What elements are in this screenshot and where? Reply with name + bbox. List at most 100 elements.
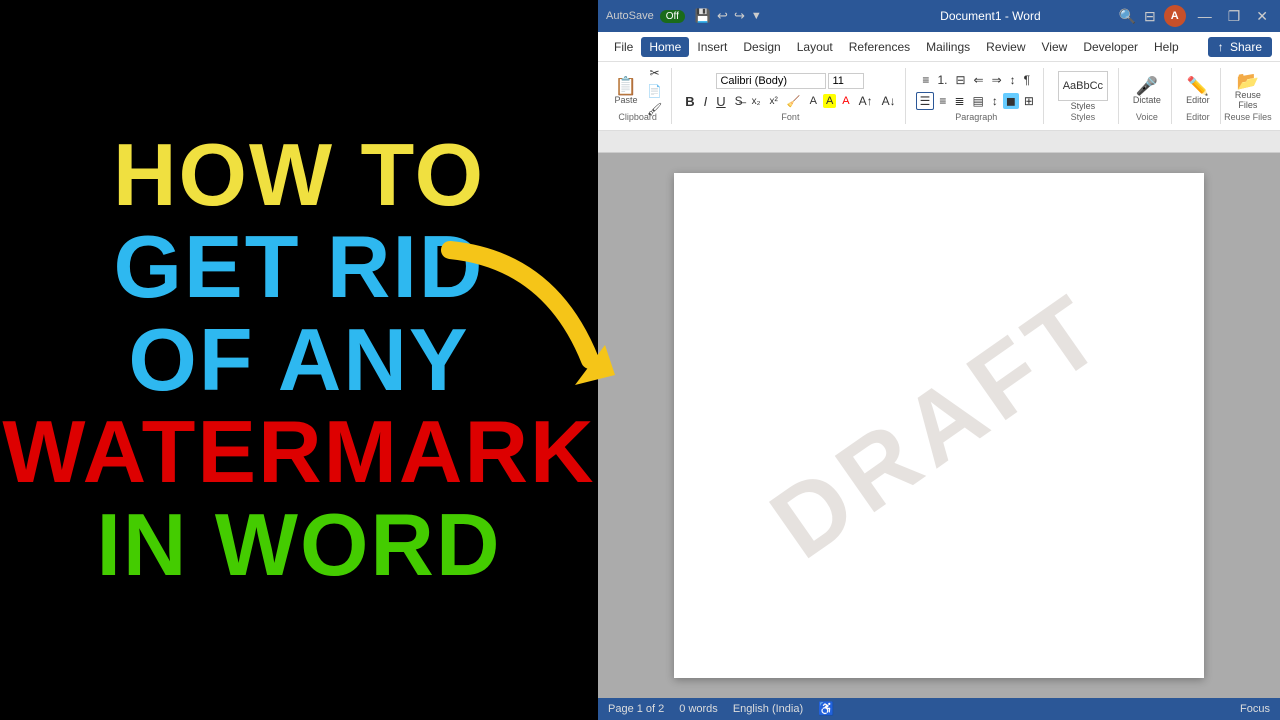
paste-button[interactable]: 📋 Paste: [610, 75, 642, 107]
ribbon-icon[interactable]: ⊟: [1144, 8, 1156, 25]
toolbar: 📋 Paste ✂ 📄 🖌 Clipboard: [598, 62, 1280, 130]
superscript-button[interactable]: x²: [767, 95, 781, 108]
fontcolor-button[interactable]: A: [839, 94, 852, 108]
customize-icon[interactable]: ▼: [751, 10, 762, 22]
pilcrow-button[interactable]: ¶: [1021, 72, 1033, 88]
autosave-toggle[interactable]: Off: [660, 10, 685, 23]
clipboard-group: 📋 Paste ✂ 📄 🖌 Clipboard: [604, 68, 672, 124]
title-bar: AutoSave Off 💾 ↩ ↪ ▼ Document1 - Word 🔍 …: [598, 0, 1280, 32]
font-group: B I U S̶ x₂ x² 🧹 A A A A↑ A↓ Font: [676, 68, 905, 124]
paragraph-group: ≡ 1. ⊟ ⇐ ⇒ ↕ ¶ ☰ ≡ ≣ ▤ ↕ ◼ ⊞ Paragr: [910, 68, 1044, 124]
editor-icon: ✏️: [1187, 77, 1209, 95]
editor-button[interactable]: ✏️ Editor: [1182, 75, 1214, 107]
document-page[interactable]: DRAFT: [674, 173, 1204, 678]
subscript-button[interactable]: x₂: [749, 95, 764, 108]
menu-references[interactable]: References: [841, 37, 918, 57]
linespacing-button[interactable]: ↕: [989, 93, 1001, 109]
menu-bar: File Home Insert Design Layout Reference…: [598, 32, 1280, 62]
focus-status[interactable]: Focus: [1240, 703, 1270, 715]
title-bar-left: AutoSave Off 💾 ↩ ↪ ▼: [606, 8, 862, 24]
reuse-icon: 📂: [1237, 72, 1259, 90]
status-bar: Page 1 of 2 0 words English (India) ♿ Fo…: [598, 698, 1280, 720]
highlight-button[interactable]: A: [823, 94, 836, 108]
accessibility-icon[interactable]: ♿: [818, 701, 834, 717]
voice-label: Voice: [1136, 112, 1158, 122]
editor-label: Editor: [1186, 112, 1210, 122]
italic-button[interactable]: I: [701, 93, 711, 110]
thumb-how-to: HOW TO: [113, 129, 485, 221]
share-button[interactable]: ↑ Share: [1208, 37, 1272, 57]
dictate-button[interactable]: 🎤 Dictate: [1129, 75, 1165, 107]
fontsize-shrink-button[interactable]: A↓: [879, 93, 899, 109]
clipboard-label: Clipboard: [618, 112, 657, 122]
font-label: Font: [781, 112, 799, 122]
copy-button[interactable]: 📄: [644, 83, 665, 99]
editor-group-tb: ✏️ Editor Editor: [1176, 68, 1221, 124]
thumb-of-any: OF ANY: [128, 314, 469, 406]
thumb-watermark: WATERMARK: [2, 406, 595, 498]
menu-developer[interactable]: Developer: [1075, 37, 1146, 57]
styles-label: Styles: [1071, 101, 1096, 111]
reuse-files-button[interactable]: 📂 ReuseFiles: [1231, 70, 1265, 112]
font-row1: [716, 73, 864, 89]
voice-group: 🎤 Dictate Voice: [1123, 68, 1172, 124]
menu-view[interactable]: View: [1034, 37, 1076, 57]
styles-group-label: Styles: [1071, 112, 1096, 122]
justify-button[interactable]: ▤: [970, 93, 987, 109]
align-left-button[interactable]: ☰: [916, 92, 935, 110]
page-status: Page 1 of 2: [608, 703, 664, 715]
sort-button[interactable]: ↕: [1007, 72, 1019, 88]
para-row1: ≡ 1. ⊟ ⇐ ⇒ ↕ ¶: [919, 72, 1033, 88]
language-status: English (India): [733, 703, 803, 715]
menu-mailings[interactable]: Mailings: [918, 37, 978, 57]
font-name-input[interactable]: [716, 73, 826, 89]
font-size-input[interactable]: [828, 73, 864, 89]
ribbon: File Home Insert Design Layout Reference…: [598, 32, 1280, 131]
align-center-button[interactable]: ≡: [936, 93, 949, 109]
strikethrough-button[interactable]: S̶: [732, 93, 746, 109]
reuse-label: ReuseFiles: [1235, 90, 1261, 110]
menu-insert[interactable]: Insert: [689, 37, 735, 57]
document-area: DRAFT: [598, 153, 1280, 698]
para-row2: ☰ ≡ ≣ ▤ ↕ ◼ ⊞: [916, 92, 1037, 110]
undo-icon[interactable]: ↩: [717, 8, 728, 24]
cut-button[interactable]: ✂: [644, 65, 665, 81]
styles-preview: AaBbCc: [1058, 71, 1108, 101]
share-icon: ↑: [1218, 40, 1224, 54]
clearformat-button[interactable]: 🧹: [784, 94, 804, 109]
indent-decrease-button[interactable]: ⇐: [971, 72, 987, 88]
user-avatar[interactable]: A: [1164, 5, 1186, 27]
indent-increase-button[interactable]: ⇒: [989, 72, 1005, 88]
close-btn[interactable]: ✕: [1252, 8, 1272, 25]
menu-help[interactable]: Help: [1146, 37, 1187, 57]
align-right-button[interactable]: ≣: [951, 93, 967, 109]
menu-layout[interactable]: Layout: [789, 37, 841, 57]
multilevel-button[interactable]: ⊟: [952, 72, 968, 88]
thumb-in-word: IN WORD: [96, 499, 501, 591]
styles-button[interactable]: AaBbCc Styles: [1054, 69, 1112, 113]
shading-button[interactable]: ◼: [1003, 93, 1019, 109]
menu-home[interactable]: Home: [641, 37, 689, 57]
redo-icon[interactable]: ↪: [734, 8, 745, 24]
search-icon[interactable]: 🔍: [1119, 8, 1136, 25]
thumbnail-panel: HOW TO GET RID OF ANY WATERMARK IN WORD: [0, 0, 598, 720]
styles-group: AaBbCc Styles Styles: [1048, 68, 1119, 124]
save-icon[interactable]: 💾: [695, 8, 711, 24]
textcolor-button[interactable]: A: [807, 94, 820, 108]
menu-design[interactable]: Design: [735, 37, 788, 57]
underline-button[interactable]: U: [713, 93, 728, 110]
menu-file[interactable]: File: [606, 37, 641, 57]
menu-review[interactable]: Review: [978, 37, 1033, 57]
fontsize-grow-button[interactable]: A↑: [856, 93, 876, 109]
word-panel: AutoSave Off 💾 ↩ ↪ ▼ Document1 - Word 🔍 …: [598, 0, 1280, 720]
bold-button[interactable]: B: [682, 93, 697, 110]
border-button[interactable]: ⊞: [1021, 93, 1037, 109]
reuse-group: 📂 ReuseFiles Reuse Files: [1225, 68, 1271, 124]
paragraph-label: Paragraph: [955, 112, 997, 122]
autosave-label: AutoSave: [606, 10, 654, 22]
minimize-btn[interactable]: —: [1194, 8, 1216, 24]
draft-watermark: DRAFT: [751, 270, 1127, 581]
restore-btn[interactable]: ❐: [1224, 8, 1245, 25]
numbering-button[interactable]: 1.: [934, 72, 950, 88]
bullets-button[interactable]: ≡: [919, 72, 932, 88]
